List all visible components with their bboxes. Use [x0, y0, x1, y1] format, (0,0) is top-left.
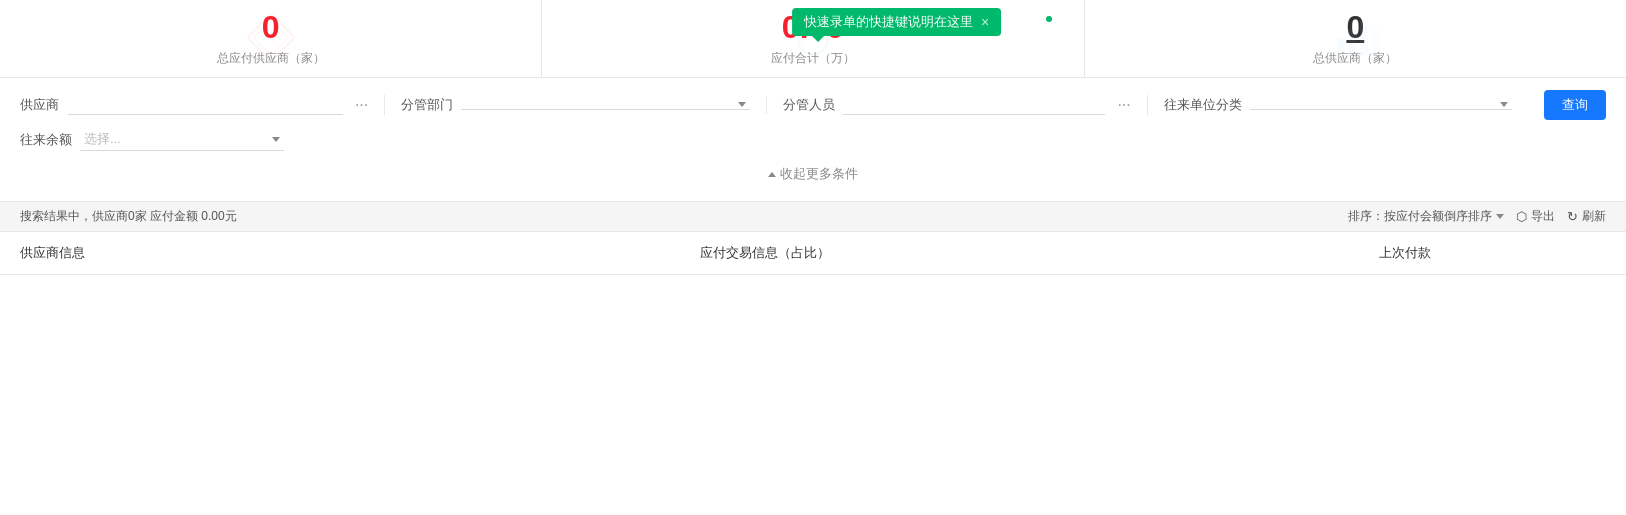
filter-unit-category-select[interactable] [1250, 100, 1512, 110]
filter-supplier-label: 供应商 [20, 96, 60, 114]
filter-balance: 往来余额 选择... [20, 128, 300, 151]
stat-total-payable-suppliers: 0 总应付供应商（家） [0, 0, 542, 77]
table-header: 供应商信息 应付交易信息（占比） 上次付款 [0, 232, 1626, 275]
col-supplier-info: 供应商信息 [20, 244, 700, 262]
sort-label-text: 排序：按应付会额倒序排序 [1348, 208, 1492, 225]
export-btn[interactable]: ⬡ 导出 [1516, 208, 1555, 225]
chevron-down-icon-2 [1500, 102, 1508, 107]
filter-manager-dots[interactable]: ··· [1117, 96, 1130, 114]
filter-supplier-dots[interactable]: ··· [355, 96, 368, 114]
filter-unit-category-label: 往来单位分类 [1164, 96, 1242, 114]
tooltip-bubble: 快速录单的快捷键说明在这里 × [792, 8, 1001, 36]
filter-balance-select[interactable]: 选择... [80, 128, 284, 151]
col-last-payment: 上次付款 [1379, 244, 1606, 262]
filter-row-1: 供应商 ··· 分管部门 分管人员 ··· 往来单位分类 查询 [20, 90, 1606, 120]
table-body [0, 275, 1626, 475]
query-button[interactable]: 查询 [1544, 90, 1606, 120]
filter-manager: 分管人员 ··· [783, 95, 1148, 115]
chart-icon [1330, 12, 1380, 65]
stats-bar: 0 总应付供应商（家） 快速录单的快捷键说明在这里 × 0.00 应付合计（万） [0, 0, 1626, 78]
svg-rect-8 [1337, 37, 1345, 55]
filter-balance-placeholder: 选择... [84, 130, 121, 148]
svg-rect-11 [1372, 30, 1380, 55]
filter-supplier-input[interactable] [68, 95, 343, 115]
svg-rect-9 [1349, 29, 1357, 56]
filter-supplier: 供应商 ··· [20, 95, 385, 115]
chevron-down-icon-3 [272, 137, 280, 142]
export-label: 导出 [1531, 208, 1555, 225]
refresh-icon: ↻ [1567, 209, 1578, 224]
collapse-btn[interactable]: 收起更多条件 [760, 163, 866, 185]
filter-department-select[interactable] [461, 100, 749, 110]
sort-selector[interactable]: 排序：按应付会额倒序排序 [1348, 208, 1504, 225]
filter-area: 供应商 ··· 分管部门 分管人员 ··· 往来单位分类 查询 [0, 78, 1626, 202]
refresh-btn[interactable]: ↻ 刷新 [1567, 208, 1606, 225]
col-payable-info: 应付交易信息（占比） [700, 244, 1380, 262]
stat-total-suppliers: 0 总供应商（家） [1085, 0, 1626, 77]
collapse-btn-label: 收起更多条件 [780, 165, 858, 183]
tooltip-text: 快速录单的快捷键说明在这里 [804, 13, 973, 31]
sort-chevron-icon [1496, 214, 1504, 219]
filter-department-label: 分管部门 [401, 96, 453, 114]
chevron-up-icon [768, 172, 776, 177]
result-bar-right: 排序：按应付会额倒序排序 ⬡ 导出 ↻ 刷新 [1348, 208, 1606, 225]
filter-department: 分管部门 [401, 96, 766, 114]
filter-balance-label: 往来余额 [20, 131, 72, 149]
refresh-label: 刷新 [1582, 208, 1606, 225]
diamond-icon [246, 12, 296, 65]
svg-rect-10 [1360, 20, 1368, 55]
tooltip-dot [1044, 14, 1054, 24]
filter-manager-input[interactable] [843, 95, 1106, 115]
filter-unit-category: 往来单位分类 [1164, 96, 1528, 114]
export-icon: ⬡ [1516, 209, 1527, 224]
chevron-down-icon [738, 102, 746, 107]
stat-total-payable-amount: 快速录单的快捷键说明在这里 × 0.00 应付合计（万） [542, 0, 1084, 77]
filter-row-2: 往来余额 选择... [20, 128, 1606, 151]
collapse-row: 收起更多条件 [20, 159, 1606, 193]
tooltip-close-btn[interactable]: × [981, 14, 989, 30]
result-bar: 搜索结果中，供应商0家 应付金额 0.00元 排序：按应付会额倒序排序 ⬡ 导出… [0, 202, 1626, 232]
result-summary: 搜索结果中，供应商0家 应付金额 0.00元 [20, 208, 237, 225]
filter-manager-label: 分管人员 [783, 96, 835, 114]
